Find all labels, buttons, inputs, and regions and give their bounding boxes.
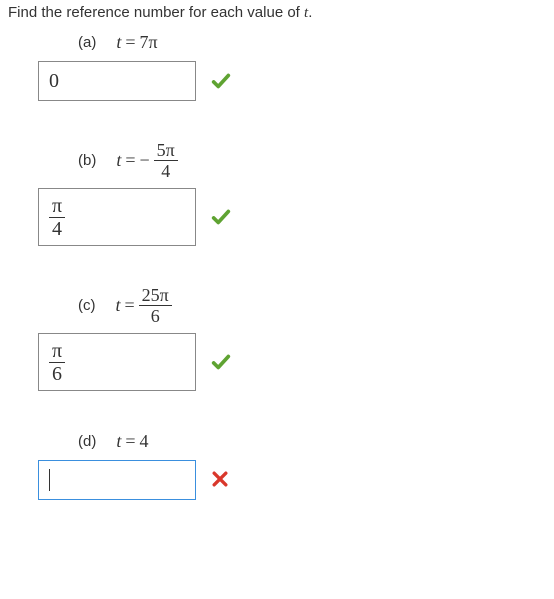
part-c: (c) t = 25π 6 π 6 [78, 286, 546, 391]
part-d-answer-input[interactable] [38, 460, 196, 500]
part-b: (b) t = − 5π 4 π 4 [78, 141, 546, 246]
instruction: Find the reference number for each value… [8, 4, 546, 22]
eqn-eq: = [125, 150, 135, 171]
eqn-lhs: t [116, 32, 121, 53]
part-c-answer-input[interactable]: π 6 [38, 333, 196, 391]
part-a: (a) t = 7π 0 [78, 32, 546, 101]
part-d: (d) t = 4 [78, 431, 546, 500]
part-c-header: (c) t = 25π 6 [78, 286, 546, 325]
part-b-equation: t = − 5π 4 [116, 141, 177, 180]
cross-icon [210, 469, 232, 491]
part-b-answer-row: π 4 [38, 188, 546, 246]
text-cursor [49, 469, 50, 491]
answer-fraction: π 4 [49, 196, 65, 239]
frac-num: 25π [139, 286, 172, 306]
fraction: 25π 6 [139, 286, 172, 325]
part-d-equation: t = 4 [116, 431, 148, 452]
part-a-label: (a) [78, 34, 96, 51]
part-a-answer-input[interactable]: 0 [38, 61, 196, 101]
frac-num: 5π [154, 141, 178, 161]
check-icon [210, 70, 232, 92]
eqn-lhs: t [116, 150, 121, 171]
part-a-answer-row: 0 [38, 61, 546, 101]
part-d-header: (d) t = 4 [78, 431, 546, 452]
answer-fraction: π 6 [49, 341, 65, 384]
part-c-answer-row: π 6 [38, 333, 546, 391]
check-icon [210, 351, 232, 373]
fraction: 5π 4 [154, 141, 178, 180]
part-d-label: (d) [78, 433, 96, 450]
instruction-text-suffix: . [308, 4, 312, 21]
eqn-neg: − [140, 150, 150, 171]
eqn-lhs: t [116, 431, 121, 452]
frac-den: 6 [151, 306, 160, 325]
frac-num: π [49, 196, 65, 218]
eqn-eq: = [125, 431, 135, 452]
frac-den: 4 [161, 161, 170, 180]
frac-num: π [49, 341, 65, 363]
eqn-eq: = [125, 32, 135, 53]
answer-value: 0 [49, 70, 59, 93]
part-c-label: (c) [78, 297, 96, 314]
part-b-header: (b) t = − 5π 4 [78, 141, 546, 180]
instruction-text-prefix: Find the reference number for each value… [8, 4, 304, 21]
eqn-rhs: 7π [140, 32, 158, 53]
part-d-answer-row [38, 460, 546, 500]
part-a-equation: t = 7π [116, 32, 157, 53]
part-b-answer-input[interactable]: π 4 [38, 188, 196, 246]
check-icon [210, 206, 232, 228]
eqn-rhs: 4 [140, 431, 149, 452]
part-b-label: (b) [78, 152, 96, 169]
eqn-eq: = [125, 295, 135, 316]
part-a-header: (a) t = 7π [78, 32, 546, 53]
eqn-lhs: t [116, 295, 121, 316]
frac-den: 6 [52, 363, 62, 384]
frac-den: 4 [52, 218, 62, 239]
part-c-equation: t = 25π 6 [116, 286, 172, 325]
